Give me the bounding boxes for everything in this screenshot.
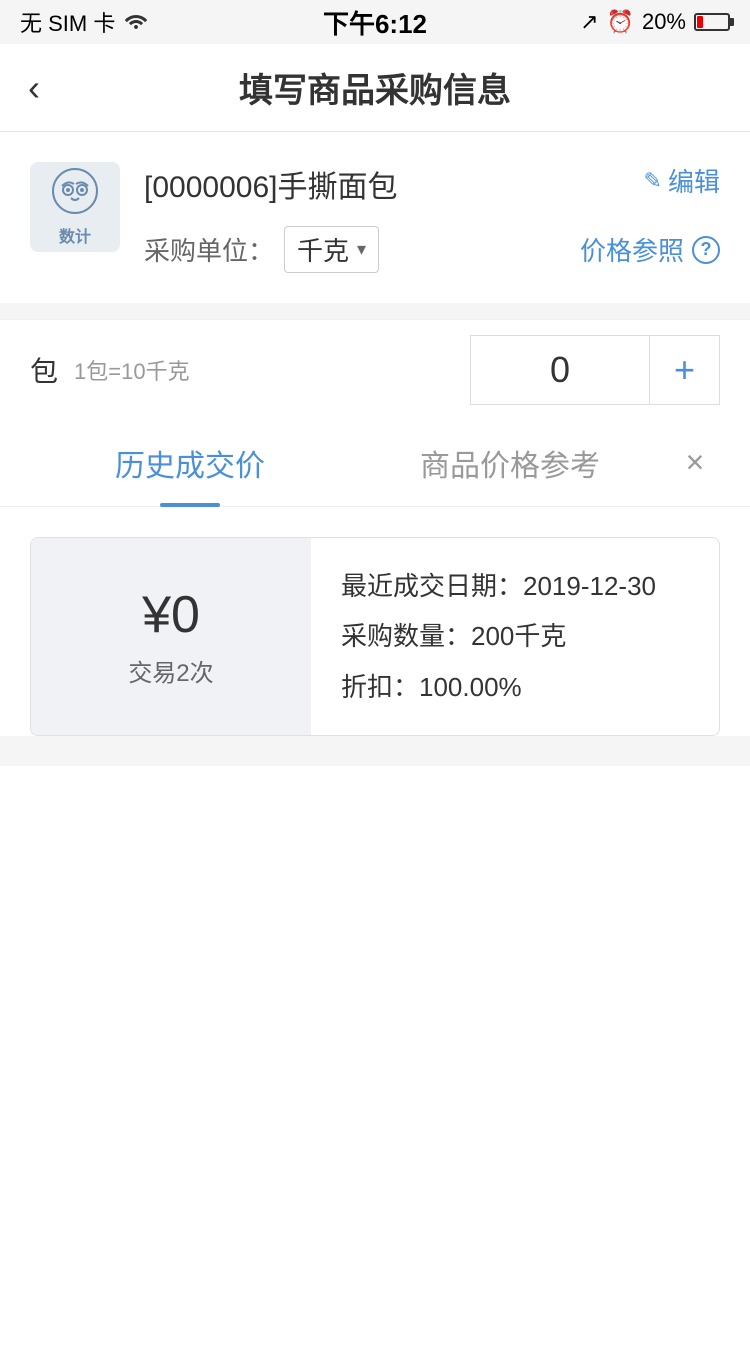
price-value: 0 <box>171 586 200 644</box>
price-card-left: ¥0 交易2次 <box>31 538 311 735</box>
price-amount: ¥0 <box>142 585 200 645</box>
info-icon: ? <box>692 236 720 264</box>
tab-history-price-label: 历史成交价 <box>115 441 265 485</box>
price-quantity-row: 采购数量：200千克 <box>341 618 689 654</box>
quantity-input[interactable] <box>470 335 650 405</box>
unit-value: 千克 <box>297 231 349 268</box>
price-transactions: 交易2次 <box>128 653 213 688</box>
unit-select[interactable]: 千克 ▾ <box>284 226 379 273</box>
edit-button[interactable]: ✎ 编辑 <box>644 162 720 199</box>
page-title: 填写商品采购信息 <box>239 63 511 112</box>
product-logo: 数计 <box>30 162 120 252</box>
product-header: [0000006]手撕面包 ✎ 编辑 <box>144 162 720 206</box>
quantity-section: 包 1包=10千克 + <box>0 319 750 419</box>
alarm-icon: ⏰ <box>607 9 634 35</box>
currency-symbol: ¥ <box>142 586 171 644</box>
tab-product-price-ref-label: 商品价格参考 <box>420 441 600 485</box>
logo-brand-text: 数计 <box>59 223 91 247</box>
tab-history-price[interactable]: 历史成交价 <box>30 419 350 507</box>
unit-prefix: 采购单位： <box>144 231 274 268</box>
price-ref-label: 价格参照 <box>580 231 684 268</box>
edit-label: 编辑 <box>668 162 720 199</box>
tab-close-button[interactable]: × <box>670 438 720 488</box>
carrier-text: 无 SIM 卡 <box>20 6 115 38</box>
price-card-right: 最近成交日期：2019-12-30 采购数量：200千克 折扣：100.00% <box>311 538 719 735</box>
product-section: 数计 [0000006]手撕面包 ✎ 编辑 采购单位： 千克 ▾ 价格参照 ? <box>0 132 750 303</box>
tab-indicator <box>160 503 220 507</box>
price-date-row: 最近成交日期：2019-12-30 <box>341 568 689 604</box>
product-info: [0000006]手撕面包 ✎ 编辑 采购单位： 千克 ▾ 价格参照 ? <box>144 162 720 273</box>
product-name: [0000006]手撕面包 <box>144 162 397 206</box>
bottom-fill <box>0 766 750 1366</box>
price-card: ¥0 交易2次 最近成交日期：2019-12-30 采购数量：200千克 折扣：… <box>30 537 720 736</box>
tab-product-price-ref[interactable]: 商品价格参考 <box>350 419 670 507</box>
back-button[interactable]: ‹ <box>28 67 40 109</box>
product-unit-row: 采购单位： 千克 ▾ 价格参照 ? <box>144 226 720 273</box>
price-discount-row: 折扣：100.00% <box>341 669 689 705</box>
quantity-conversion: 1包=10千克 <box>74 354 190 386</box>
quantity-label: 包 1包=10千克 <box>30 350 190 390</box>
battery-icon <box>694 13 730 31</box>
battery-percent: 20% <box>642 9 686 35</box>
chevron-down-icon: ▾ <box>357 239 366 260</box>
nav-bar: ‹ 填写商品采购信息 <box>0 44 750 132</box>
status-left: 无 SIM 卡 <box>20 6 147 38</box>
tabs-header: 历史成交价 商品价格参考 × <box>0 419 750 507</box>
location-icon: ↗ <box>580 9 598 35</box>
quantity-input-group: + <box>470 335 720 405</box>
logo-owl-icon <box>52 168 98 219</box>
unit-label: 采购单位： 千克 ▾ <box>144 226 379 273</box>
status-right: ↗ ⏰ 20% <box>580 9 730 35</box>
price-ref-button[interactable]: 价格参照 ? <box>580 231 720 268</box>
wifi-icon <box>125 9 147 35</box>
edit-icon: ✎ <box>644 168 662 194</box>
status-bar: 无 SIM 卡 下午6:12 ↗ ⏰ 20% <box>0 0 750 44</box>
tabs-section: 历史成交价 商品价格参考 × ¥0 交易2次 最近成交日期：2019-12-30… <box>0 419 750 736</box>
quantity-plus-button[interactable]: + <box>650 335 720 405</box>
time-display: 下午6:12 <box>323 4 427 41</box>
quantity-unit-badge: 包 <box>30 350 58 390</box>
